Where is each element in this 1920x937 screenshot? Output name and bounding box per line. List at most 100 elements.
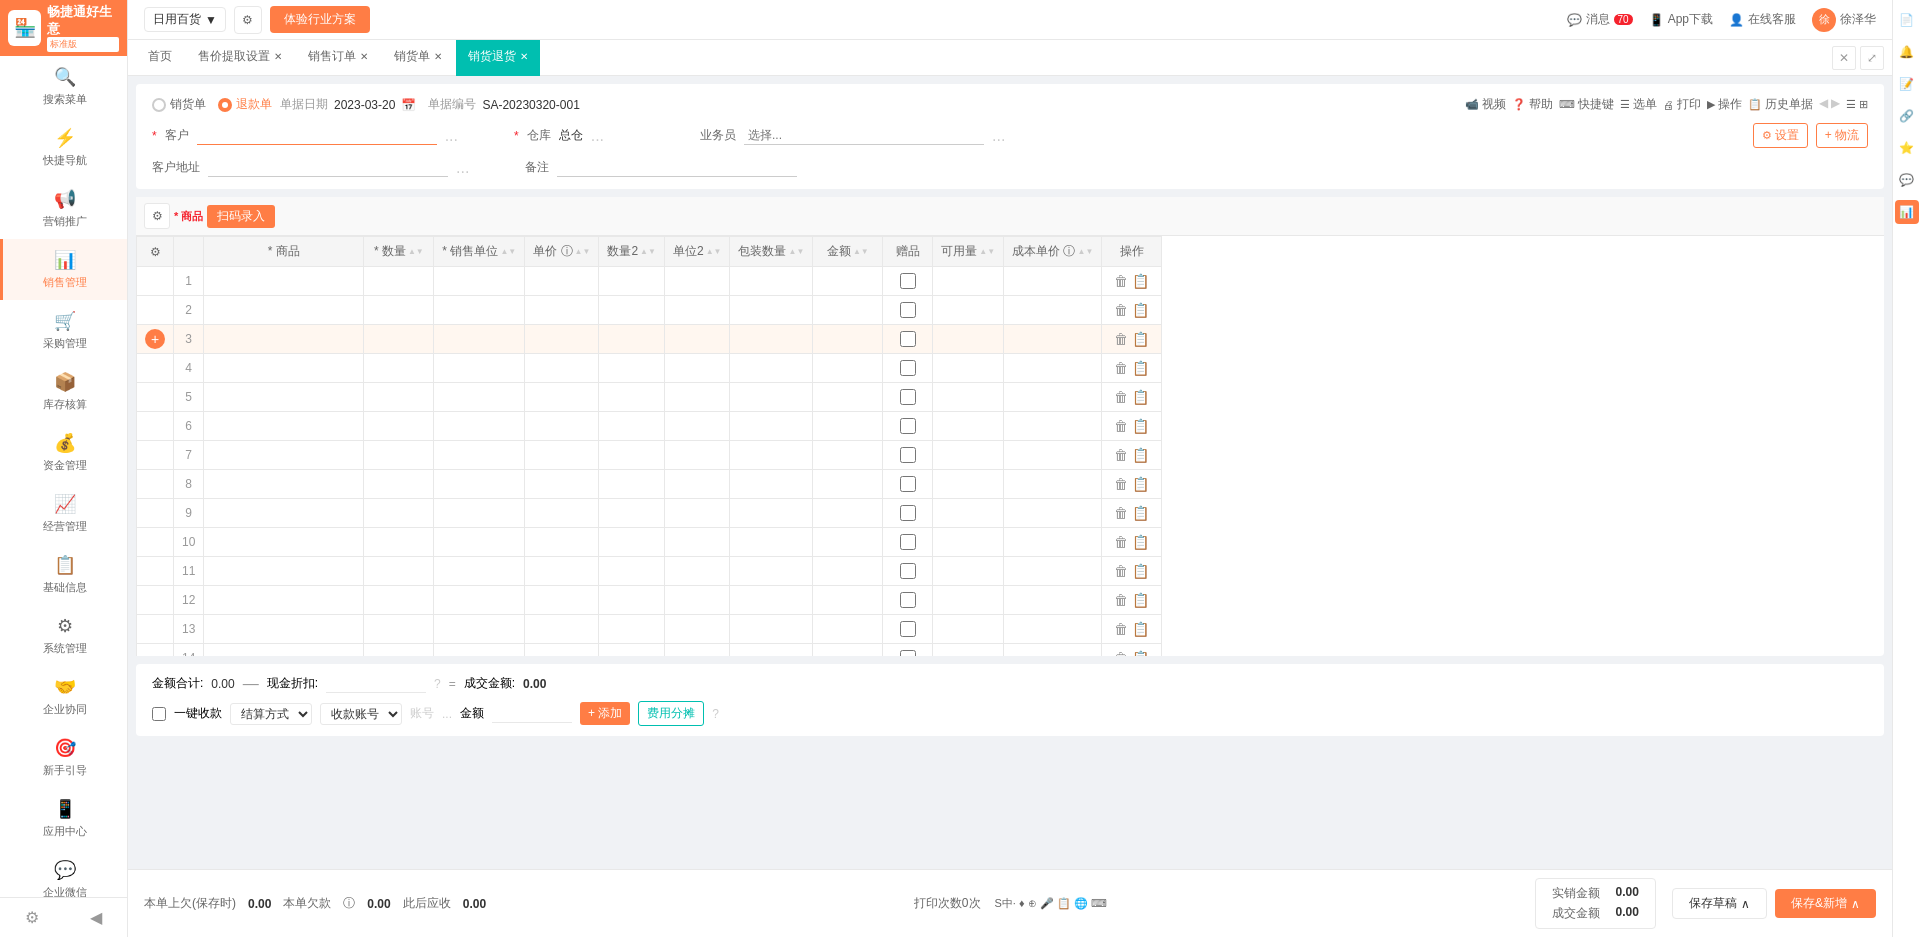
cell-quantity-10[interactable]	[364, 528, 434, 557]
copy-row-btn-13[interactable]: 📋	[1130, 619, 1151, 639]
close-tab-btn[interactable]: ✕	[1832, 46, 1856, 70]
delete-row-btn-1[interactable]: 🗑	[1112, 271, 1130, 291]
delete-row-btn-10[interactable]: 🗑	[1112, 532, 1130, 552]
cell-unit2-3[interactable]	[664, 325, 730, 354]
cell-unit-price-1[interactable]	[525, 267, 599, 296]
cell-unit-price-6[interactable]	[525, 412, 599, 441]
sidebar-item-app-center[interactable]: 📱应用中心	[0, 788, 127, 849]
row-settings-6[interactable]	[137, 412, 174, 441]
th-unit2[interactable]: 单位2▲▼	[664, 237, 730, 267]
cell-cost-price-10[interactable]	[1004, 528, 1102, 557]
cell-available-10[interactable]	[933, 528, 1004, 557]
cell-sales-unit-7[interactable]	[434, 441, 525, 470]
cell-quantity-7[interactable]	[364, 441, 434, 470]
cell-package-qty-12[interactable]	[730, 586, 813, 615]
cell-cost-price-14[interactable]	[1004, 644, 1102, 657]
print-btn[interactable]: 🖨 打印	[1663, 96, 1701, 113]
cell-actions-11[interactable]: 🗑📋	[1102, 557, 1162, 586]
cell-unit-price-2[interactable]	[525, 296, 599, 325]
cell-quantity-4[interactable]	[364, 354, 434, 383]
cell-available-14[interactable]	[933, 644, 1004, 657]
warehouse-dots[interactable]: ...	[591, 127, 604, 145]
gift-checkbox-3[interactable]	[900, 331, 916, 347]
sidebar-item-search[interactable]: 🔍搜索菜单	[0, 56, 127, 117]
row-settings-4[interactable]	[137, 354, 174, 383]
cell-quantity2-8[interactable]	[599, 470, 665, 499]
shortcuts-btn[interactable]: ⌨ 快捷键	[1559, 96, 1614, 113]
cell-gift-7[interactable]	[883, 441, 933, 470]
copy-row-btn-14[interactable]: 📋	[1130, 648, 1151, 656]
cell-amount-4[interactable]	[813, 354, 883, 383]
copy-row-btn-2[interactable]: 📋	[1130, 300, 1151, 320]
delete-row-btn-6[interactable]: 🗑	[1112, 416, 1130, 436]
cell-package-qty-7[interactable]	[730, 441, 813, 470]
cell-quantity2-5[interactable]	[599, 383, 665, 412]
cell-amount-10[interactable]	[813, 528, 883, 557]
tab-sales-return[interactable]: 销货退货✕	[456, 40, 540, 76]
cell-available-9[interactable]	[933, 499, 1004, 528]
cell-available-7[interactable]	[933, 441, 1004, 470]
cell-unit2-2[interactable]	[664, 296, 730, 325]
sidebar-item-finance[interactable]: 💰资金管理	[0, 422, 127, 483]
cell-cost-price-9[interactable]	[1004, 499, 1102, 528]
cell-product-5[interactable]	[204, 383, 364, 412]
cell-gift-1[interactable]	[883, 267, 933, 296]
cell-cost-price-4[interactable]	[1004, 354, 1102, 383]
cell-amount-6[interactable]	[813, 412, 883, 441]
cell-available-5[interactable]	[933, 383, 1004, 412]
cell-available-8[interactable]	[933, 470, 1004, 499]
help-btn[interactable]: ❓ 帮助	[1512, 96, 1553, 113]
sidebar-item-guide[interactable]: 🎯新手引导	[0, 727, 127, 788]
gift-checkbox-12[interactable]	[900, 592, 916, 608]
copy-row-btn-12[interactable]: 📋	[1130, 590, 1151, 610]
cell-unit2-12[interactable]	[664, 586, 730, 615]
cell-actions-12[interactable]: 🗑📋	[1102, 586, 1162, 615]
cell-unit-price-9[interactable]	[525, 499, 599, 528]
right-sidebar-icon-6[interactable]: 💬	[1895, 168, 1919, 192]
cell-package-qty-1[interactable]	[730, 267, 813, 296]
th-package-qty[interactable]: 包装数量▲▼	[730, 237, 813, 267]
cell-actions-8[interactable]: 🗑📋	[1102, 470, 1162, 499]
gift-checkbox-14[interactable]	[900, 650, 916, 656]
cell-quantity2-14[interactable]	[599, 644, 665, 657]
gift-checkbox-4[interactable]	[900, 360, 916, 376]
cell-unit2-10[interactable]	[664, 528, 730, 557]
copy-row-btn-6[interactable]: 📋	[1130, 416, 1151, 436]
gift-checkbox-6[interactable]	[900, 418, 916, 434]
th-quantity[interactable]: * 数量▲▼	[364, 237, 434, 267]
cell-unit2-8[interactable]	[664, 470, 730, 499]
gift-checkbox-2[interactable]	[900, 302, 916, 318]
cell-amount-8[interactable]	[813, 470, 883, 499]
video-btn[interactable]: 📹 视频	[1465, 96, 1506, 113]
cell-actions-6[interactable]: 🗑📋	[1102, 412, 1162, 441]
cell-available-4[interactable]	[933, 354, 1004, 383]
product-input-3[interactable]	[212, 332, 355, 346]
sidebar-item-purchase[interactable]: 🛒采购管理	[0, 300, 127, 361]
right-sidebar-icon-7[interactable]: 📊	[1895, 200, 1919, 224]
cell-cost-price-12[interactable]	[1004, 586, 1102, 615]
right-sidebar-icon-3[interactable]: 📝	[1895, 72, 1919, 96]
sidebar-item-system[interactable]: ⚙系统管理	[0, 605, 127, 666]
cell-product-14[interactable]	[204, 644, 364, 657]
cell-gift-6[interactable]	[883, 412, 933, 441]
cell-actions-13[interactable]: 🗑📋	[1102, 615, 1162, 644]
cell-actions-9[interactable]: 🗑📋	[1102, 499, 1162, 528]
cell-sales-unit-10[interactable]	[434, 528, 525, 557]
cell-package-qty-2[interactable]	[730, 296, 813, 325]
cell-package-qty-11[interactable]	[730, 557, 813, 586]
cell-amount-14[interactable]	[813, 644, 883, 657]
cell-package-qty-14[interactable]	[730, 644, 813, 657]
sort-unit2[interactable]: 单位2▲▼	[673, 243, 722, 260]
sidebar-item-sales[interactable]: 📊销售管理	[0, 239, 127, 300]
sidebar-settings-icon[interactable]: ⚙	[25, 908, 39, 927]
cell-product-3[interactable]	[204, 325, 364, 354]
cell-package-qty-3[interactable]	[730, 325, 813, 354]
cell-product-10[interactable]	[204, 528, 364, 557]
delete-row-btn-11[interactable]: 🗑	[1112, 561, 1130, 581]
cell-amount-2[interactable]	[813, 296, 883, 325]
cell-package-qty-9[interactable]	[730, 499, 813, 528]
cell-sales-unit-12[interactable]	[434, 586, 525, 615]
cell-available-1[interactable]	[933, 267, 1004, 296]
cell-quantity2-10[interactable]	[599, 528, 665, 557]
tab-close-sales-delivery[interactable]: ✕	[434, 51, 442, 62]
